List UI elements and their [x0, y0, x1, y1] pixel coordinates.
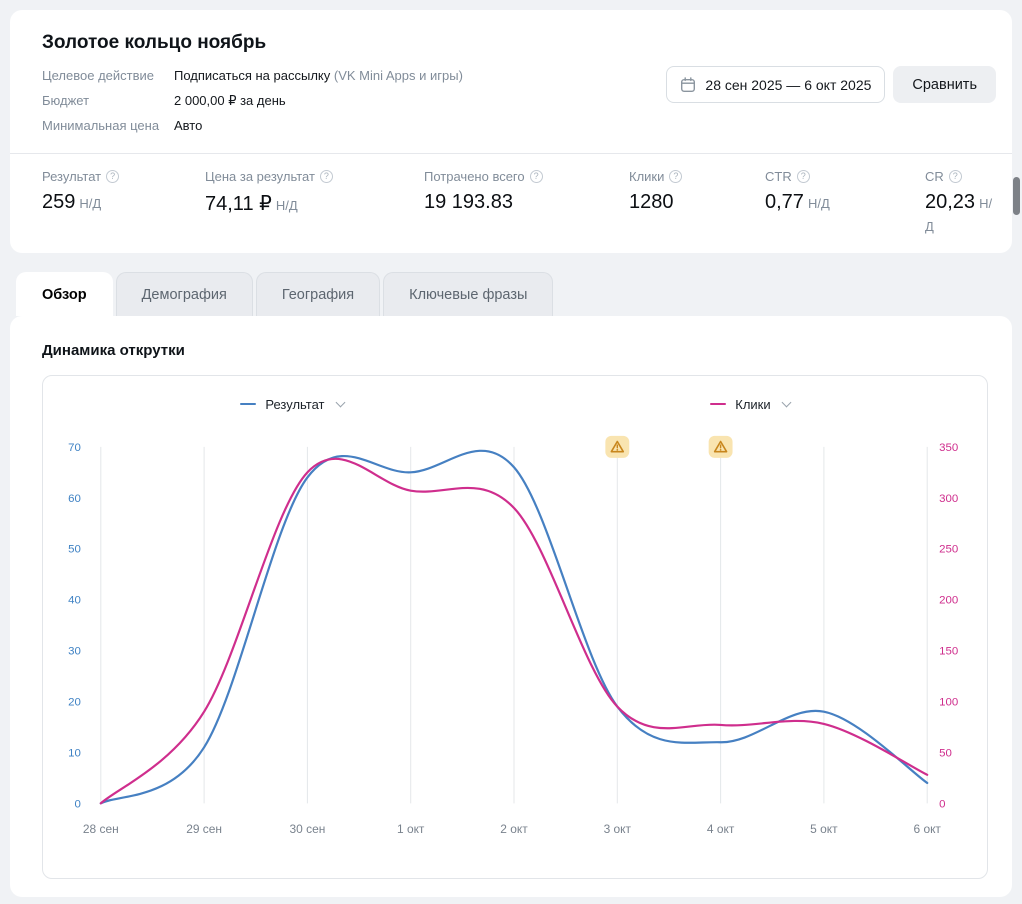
stat-suffix: Н/Д — [79, 196, 102, 211]
stat-clicks: Клики? 1280 — [629, 169, 765, 237]
y-axis-label: 20 — [68, 696, 81, 708]
legend-item-result[interactable]: Результат — [240, 396, 345, 412]
stat-label: Результат — [42, 169, 102, 184]
y-axis-label: 40 — [68, 595, 81, 607]
warning-icon[interactable] — [605, 435, 630, 458]
date-range-button[interactable]: 28 сен 2025 — 6 окт 2025 — [666, 66, 886, 103]
help-icon[interactable]: ? — [106, 170, 120, 183]
help-icon[interactable]: ? — [796, 170, 810, 183]
y-axis-label: 200 — [939, 595, 958, 607]
legend-item-clicks[interactable]: Клики — [710, 396, 792, 412]
y-axis-label: 100 — [939, 696, 958, 708]
calendar-icon — [680, 76, 696, 93]
field-row-min-price: Минимальная цена Авто — [42, 118, 463, 134]
help-icon[interactable]: ? — [669, 170, 683, 183]
stat-suffix: Н/Д — [807, 196, 830, 211]
tab-key-phrases[interactable]: Ключевые фразы — [383, 272, 554, 316]
stat-value: 20,23 — [925, 191, 976, 213]
field-value: Подписаться на рассылку (VK Mini Apps и … — [174, 68, 463, 84]
y-axis-label: 10 — [68, 747, 81, 759]
tab-overview[interactable]: Обзор — [16, 272, 113, 316]
tab-geography[interactable]: География — [255, 272, 381, 316]
x-axis-label: 1 окт — [397, 822, 425, 836]
y-axis-label: 300 — [939, 493, 958, 505]
chevron-down-icon — [781, 397, 792, 407]
stat-value: 0,77 — [765, 191, 804, 213]
field-label: Целевое действие — [42, 68, 154, 83]
legend-label: Результат — [265, 396, 325, 412]
stat-label: CTR — [765, 169, 792, 184]
campaign-header-card: Золотое кольцо ноябрь Целевое действие П… — [10, 10, 1012, 253]
y-axis-label: 50 — [939, 747, 952, 759]
y-axis-label: 150 — [939, 646, 958, 658]
campaign-title: Золотое кольцо ноябрь — [42, 32, 267, 53]
legend-dash-result — [240, 403, 257, 405]
x-axis-label: 3 окт — [604, 822, 632, 836]
stat-ctr: CTR? 0,77 Н/Д — [765, 169, 925, 237]
help-icon[interactable]: ? — [529, 170, 543, 183]
stat-value: 19 193.83 — [424, 191, 513, 213]
stat-suffix: Н/Д — [275, 198, 298, 213]
x-axis-label: 6 окт — [913, 822, 941, 836]
help-icon[interactable]: ? — [319, 170, 333, 183]
stat-total-spent: Потрачено всего? 19 193.83 — [424, 169, 629, 237]
field-row-objective: Целевое действие Подписаться на рассылку… — [42, 68, 463, 84]
x-axis-label: 5 окт — [810, 822, 838, 836]
y-axis-label: 70 — [68, 442, 81, 454]
header-top: Золотое кольцо ноябрь Целевое действие П… — [42, 32, 996, 143]
y-axis-label: 50 — [68, 544, 81, 556]
stats-row: Результат? 259 Н/Д Цена за результат? 74,… — [42, 154, 996, 237]
y-axis-label: 30 — [68, 646, 81, 658]
y-axis-label: 350 — [939, 442, 958, 454]
y-axis-label: 250 — [939, 544, 958, 556]
header-actions: 28 сен 2025 — 6 окт 2025 Сравнить — [666, 66, 996, 103]
budget-value: 2 000,00 ₽ за день — [174, 93, 286, 108]
y-axis-label: 60 — [68, 493, 81, 505]
field-label: Минимальная цена — [42, 118, 160, 133]
warning-icon[interactable] — [708, 435, 733, 458]
y-axis-label: 0 — [75, 798, 81, 810]
stat-result: Результат? 259 Н/Д — [42, 169, 205, 237]
help-icon[interactable]: ? — [948, 170, 962, 183]
chart-box: Результат Клики 28 сен 29 сен 30 сен 1 окт 2… — [42, 375, 988, 879]
stat-label: Цена за результат — [205, 169, 315, 184]
stat-label: CR — [925, 169, 944, 184]
min-price-value: Авто — [174, 118, 203, 133]
objective-note: (VK Mini Apps и игры) — [333, 68, 463, 83]
header-left: Золотое кольцо ноябрь Целевое действие П… — [42, 32, 463, 143]
x-axis-label: 2 окт — [500, 822, 528, 836]
stat-value: 74,11 ₽ — [205, 193, 272, 215]
chevron-down-icon — [335, 397, 345, 407]
chart-svg: 28 сен 29 сен 30 сен 1 окт 2 окт 3 окт 4 окт 5 … — [68, 435, 958, 836]
objective-value: Подписаться на рассылку — [174, 68, 331, 83]
chart-section-title: Динамика открутки — [42, 342, 185, 359]
stat-label: Потрачено всего — [424, 169, 525, 184]
stat-cost-per-result: Цена за результат? 74,11 ₽ Н/Д — [205, 169, 424, 237]
overview-content-card: Динамика открутки Результат Клики 28 сен… — [10, 316, 1012, 897]
scrollbar-thumb[interactable] — [1013, 177, 1020, 215]
field-row-budget: Бюджет 2 000,00 ₽ за день — [42, 93, 463, 109]
date-range-label: 28 сен 2025 — 6 окт 2025 — [705, 76, 872, 93]
y-axis-label: 0 — [939, 798, 945, 810]
legend-label: Клики — [735, 396, 771, 412]
stat-cr: CR? 20,23 Н/Д — [925, 169, 996, 237]
x-axis-label: 4 окт — [707, 822, 735, 836]
chart-legend: Результат Клики — [57, 388, 973, 420]
tab-demography[interactable]: Демография — [115, 272, 253, 316]
stat-value: 1280 — [629, 191, 674, 213]
field-label: Бюджет — [42, 93, 90, 108]
x-axis-label: 29 сен — [186, 822, 222, 836]
legend-dash-clicks — [710, 403, 727, 405]
x-axis-label: 28 сен — [83, 822, 119, 836]
stat-value: 259 — [42, 191, 76, 213]
compare-button[interactable]: Сравнить — [893, 66, 996, 103]
stat-label: Клики — [629, 169, 665, 184]
tabs-bar: Обзор Демография География Ключевые фраз… — [16, 272, 1012, 316]
x-axis-label: 30 сен — [290, 822, 326, 836]
